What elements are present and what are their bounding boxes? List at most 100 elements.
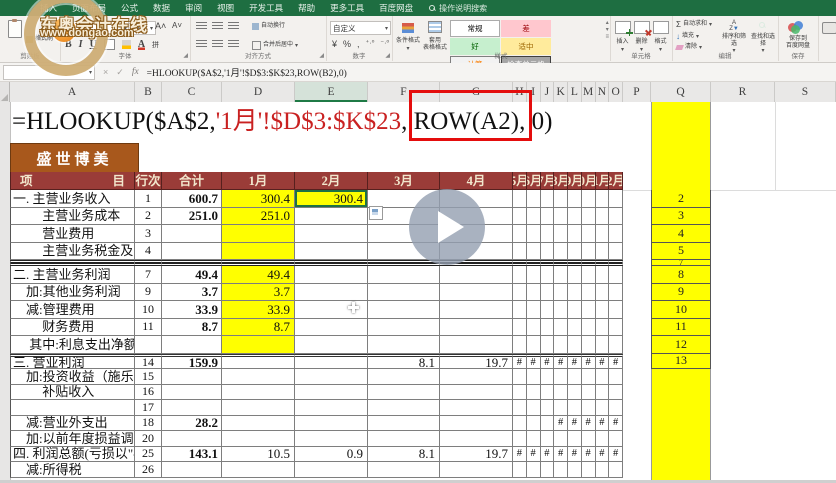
narrow-month-cell[interactable] bbox=[541, 208, 555, 226]
narrow-month-cell[interactable]: # bbox=[568, 447, 582, 463]
header-narrow-month[interactable]: 8月 bbox=[554, 172, 568, 190]
column-header-C[interactable]: C bbox=[162, 82, 222, 102]
narrow-month-cell[interactable] bbox=[596, 243, 610, 261]
narrow-month-cell[interactable] bbox=[541, 431, 555, 447]
smart-tag-icon[interactable] bbox=[369, 206, 383, 220]
month3-cell[interactable]: 8.1 bbox=[368, 354, 440, 370]
font-size-box[interactable]: 10▾ bbox=[128, 21, 156, 35]
merge-center-button[interactable]: 合并后居中 ▾ bbox=[252, 41, 298, 50]
align-bottom-icon[interactable] bbox=[228, 22, 239, 30]
line-no-cell[interactable]: 20 bbox=[135, 431, 162, 447]
narrow-month-cell[interactable] bbox=[609, 266, 623, 284]
month1-cell[interactable]: 300.4 bbox=[222, 190, 295, 208]
total-cell[interactable]: 3.7 bbox=[162, 284, 222, 302]
narrow-month-cell[interactable] bbox=[527, 208, 541, 226]
header-narrow-month[interactable]: 1月 bbox=[596, 172, 610, 190]
month3-cell[interactable] bbox=[368, 336, 440, 354]
month4-cell[interactable] bbox=[440, 319, 513, 337]
format-painter-button[interactable]: 格式刷 bbox=[26, 36, 53, 43]
narrow-month-cell[interactable] bbox=[513, 385, 527, 401]
ribbon-tab[interactable]: 页面布局 bbox=[72, 2, 106, 14]
column-header-P[interactable]: P bbox=[623, 82, 651, 102]
month4-cell[interactable] bbox=[440, 284, 513, 302]
narrow-month-cell[interactable] bbox=[596, 284, 610, 302]
column-header-J[interactable]: J bbox=[541, 82, 555, 102]
narrow-month-cell[interactable] bbox=[609, 431, 623, 447]
month3-cell[interactable] bbox=[368, 462, 440, 478]
align-center-icon[interactable] bbox=[212, 40, 223, 48]
line-no-cell[interactable]: 17 bbox=[135, 400, 162, 416]
line-no-cell[interactable]: 25 bbox=[135, 447, 162, 463]
month3-cell[interactable] bbox=[368, 385, 440, 401]
header-month[interactable]: 3月 bbox=[368, 172, 440, 190]
ribbon-tab[interactable]: 公式 bbox=[121, 2, 138, 14]
month3-cell[interactable] bbox=[368, 416, 440, 432]
narrow-month-cell[interactable] bbox=[513, 225, 527, 243]
q-helper-cell[interactable]: 8 bbox=[651, 266, 711, 284]
line-no-cell[interactable]: 15 bbox=[135, 369, 162, 385]
header-month[interactable]: 1月 bbox=[222, 172, 295, 190]
month1-cell[interactable] bbox=[222, 336, 295, 354]
narrow-month-cell[interactable] bbox=[596, 319, 610, 337]
column-header-O[interactable]: O bbox=[609, 82, 623, 102]
month1-cell[interactable] bbox=[222, 462, 295, 478]
sort-filter-button[interactable]: AZ▼ 排序和筛选▾ bbox=[720, 20, 748, 54]
ribbon-tab[interactable]: 审阅 bbox=[185, 2, 202, 14]
narrow-month-cell[interactable] bbox=[527, 462, 541, 478]
narrow-month-cell[interactable] bbox=[582, 266, 596, 284]
narrow-month-cell[interactable] bbox=[568, 400, 582, 416]
q-column-block-top[interactable] bbox=[651, 102, 711, 190]
header-total[interactable]: 合计 bbox=[162, 172, 222, 190]
item-name-cell[interactable]: 补贴收入 bbox=[10, 385, 135, 401]
item-name-cell[interactable]: 一. 主营业务收入 bbox=[10, 190, 135, 208]
narrow-month-cell[interactable] bbox=[568, 301, 582, 319]
bold-button[interactable]: B bbox=[65, 39, 72, 50]
item-name-cell[interactable]: 三. 营业利润 bbox=[10, 354, 135, 370]
conditional-formatting-button[interactable]: 条件格式 ▾ bbox=[395, 20, 421, 52]
narrow-month-cell[interactable] bbox=[568, 431, 582, 447]
header-narrow-month[interactable]: 5月 bbox=[513, 172, 527, 190]
column-header-E[interactable]: E bbox=[295, 82, 368, 102]
column-header-L[interactable]: L bbox=[568, 82, 582, 102]
total-cell[interactable] bbox=[162, 385, 222, 401]
narrow-month-cell[interactable] bbox=[596, 208, 610, 226]
total-cell[interactable] bbox=[162, 225, 222, 243]
narrow-month-cell[interactable] bbox=[582, 431, 596, 447]
header-month[interactable]: 4月 bbox=[440, 172, 513, 190]
narrow-month-cell[interactable] bbox=[609, 208, 623, 226]
narrow-month-cell[interactable] bbox=[609, 462, 623, 478]
font-color-icon[interactable]: A bbox=[138, 39, 145, 50]
total-cell[interactable]: 49.4 bbox=[162, 266, 222, 284]
decrease-decimal-icon[interactable]: ⁻·⁰ bbox=[380, 39, 389, 49]
narrow-month-cell[interactable] bbox=[596, 301, 610, 319]
narrow-month-cell[interactable] bbox=[513, 208, 527, 226]
narrow-month-cell[interactable]: # bbox=[609, 354, 623, 370]
month2-cell[interactable] bbox=[295, 385, 368, 401]
narrow-month-cell[interactable]: # bbox=[596, 447, 610, 463]
narrow-month-cell[interactable] bbox=[541, 190, 555, 208]
narrow-month-cell[interactable] bbox=[513, 431, 527, 447]
narrow-month-cell[interactable] bbox=[609, 284, 623, 302]
formula-bar-input[interactable]: =HLOOKUP($A$2,'1月'!$D$3:$K$23,ROW(B2),0) bbox=[147, 65, 347, 79]
enter-icon[interactable]: ✓ bbox=[116, 67, 124, 78]
narrow-month-cell[interactable] bbox=[541, 385, 555, 401]
month2-cell[interactable] bbox=[295, 354, 368, 370]
item-name-cell[interactable]: 加:其他业务利润 bbox=[10, 284, 135, 302]
total-cell[interactable] bbox=[162, 336, 222, 354]
q-helper-cell[interactable]: 13 bbox=[651, 354, 711, 370]
line-no-cell[interactable]: 16 bbox=[135, 385, 162, 401]
name-box[interactable]: ▾ bbox=[3, 65, 95, 80]
narrow-month-cell[interactable] bbox=[568, 208, 582, 226]
align-top-icon[interactable] bbox=[196, 22, 207, 30]
q-helper-cell[interactable]: 11 bbox=[651, 319, 711, 337]
narrow-month-cell[interactable] bbox=[596, 190, 610, 208]
insert-cells-button[interactable]: 插入▾ bbox=[614, 21, 631, 53]
item-name-cell[interactable]: 主营业务税金及 bbox=[10, 243, 135, 261]
dialog-launcher-icon[interactable]: ◢ bbox=[183, 52, 188, 59]
narrow-month-cell[interactable] bbox=[596, 385, 610, 401]
column-header-M[interactable]: M bbox=[582, 82, 596, 102]
total-cell[interactable]: 159.9 bbox=[162, 354, 222, 370]
month4-cell[interactable] bbox=[440, 416, 513, 432]
month1-cell[interactable] bbox=[222, 225, 295, 243]
narrow-month-cell[interactable] bbox=[541, 225, 555, 243]
